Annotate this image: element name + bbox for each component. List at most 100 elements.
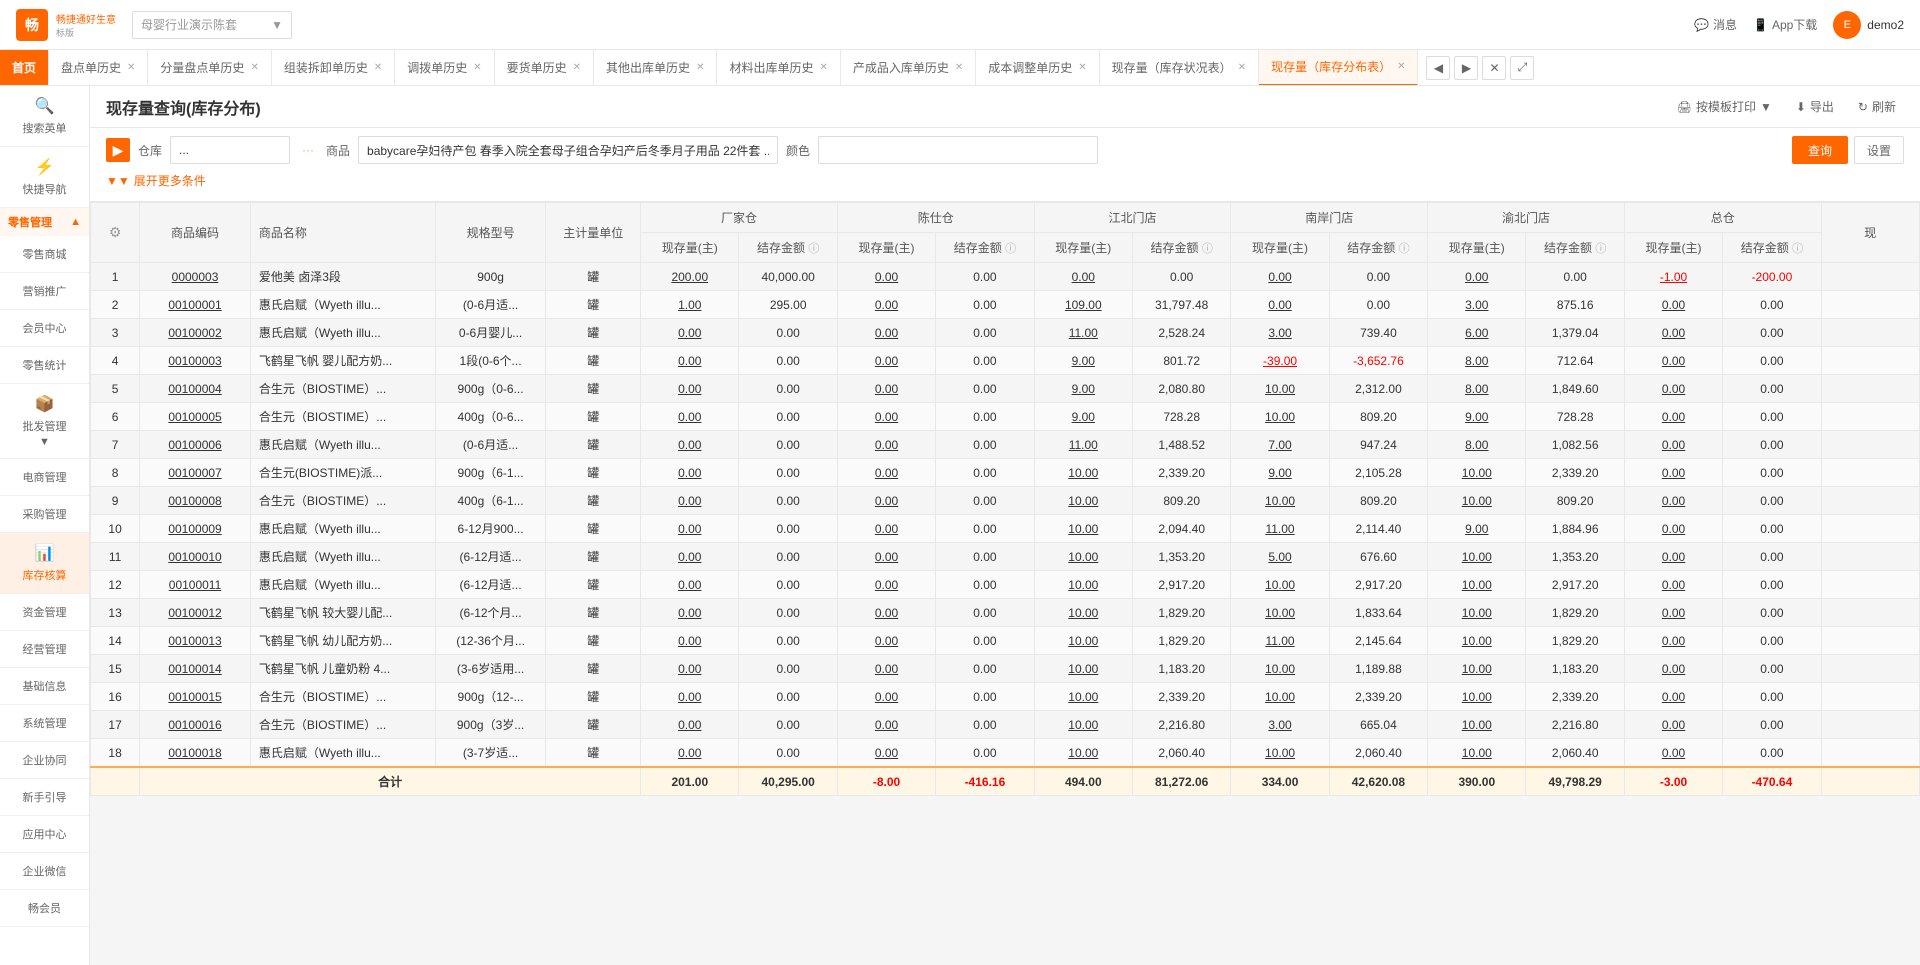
info-icon[interactable]: ⓘ <box>1792 243 1803 255</box>
cell-unit: 罐 <box>546 683 641 711</box>
cell-jb-stock: 11.00 <box>1034 319 1132 347</box>
info-icon[interactable]: ⓘ <box>1399 243 1410 255</box>
tab-purchase-order[interactable]: 要货单历史 ✕ <box>495 50 594 86</box>
tab-close-icon[interactable]: ✕ <box>573 62 581 73</box>
sidebar-item-finance[interactable]: 资金管理 <box>0 594 89 631</box>
tab-stock-status[interactable]: 现存量（库存状况表） ✕ <box>1100 50 1259 86</box>
cell-cs-stock: 0.00 <box>837 655 935 683</box>
cell-na-stock: 10.00 <box>1231 683 1329 711</box>
tab-other-out[interactable]: 其他出库单历史 ✕ <box>594 50 717 86</box>
info-icon[interactable]: ⓘ <box>1005 243 1016 255</box>
product-label: 商品 <box>326 142 350 159</box>
cell-current <box>1821 319 1919 347</box>
tab-prev-btn[interactable]: ◀ <box>1426 56 1450 80</box>
tab-close-icon[interactable]: ✕ <box>473 62 481 73</box>
tab-combo-disassembly[interactable]: 组装拆卸单历史 ✕ <box>272 50 395 86</box>
tab-branch-check[interactable]: 分量盘点单历史 ✕ <box>148 50 271 86</box>
tab-close-icon[interactable]: ✕ <box>250 62 258 73</box>
tab-close-icon[interactable]: ✕ <box>1397 61 1405 72</box>
sidebar-item-quick-nav[interactable]: ⚡ 快捷导航 <box>0 147 89 208</box>
tab-transfer[interactable]: 调拨单历史 ✕ <box>395 50 494 86</box>
cell-cs-amount: 0.00 <box>936 627 1034 655</box>
cell-yb-amount: 1,829.20 <box>1526 599 1624 627</box>
sidebar-item-retail-stats[interactable]: 零售统计 <box>0 347 89 384</box>
cell-fac-stock: 0.00 <box>641 375 739 403</box>
sidebar-item-corp-wechat[interactable]: 企业微信 <box>0 853 89 890</box>
cell-fac-stock: 0.00 <box>641 599 739 627</box>
info-icon[interactable]: ⓘ <box>1595 243 1606 255</box>
cell-jb-stock: 10.00 <box>1034 543 1132 571</box>
sidebar-item-basic-info[interactable]: 基础信息 <box>0 668 89 705</box>
cell-tot-stock: 0.00 <box>1624 543 1722 571</box>
industry-selector[interactable]: 母婴行业演示陈套 ▼ <box>132 11 292 39</box>
tab-next-btn[interactable]: ▶ <box>1454 56 1478 80</box>
messages-btn[interactable]: 💬 消息 <box>1694 16 1737 33</box>
sidebar-item-member[interactable]: 会员中心 <box>0 310 89 347</box>
sidebar-item-purchase[interactable]: 采购管理 <box>0 496 89 533</box>
cell-unit: 罐 <box>546 291 641 319</box>
sidebar-item-search[interactable]: 🔍 搜索英单 <box>0 86 89 147</box>
expand-more-btn[interactable]: ▼▼ 展开更多条件 <box>106 172 206 189</box>
sidebar-item-marketing[interactable]: 营销推广 <box>0 273 89 310</box>
export-btn[interactable]: ⬇ 导出 <box>1788 94 1842 119</box>
cell-unit: 罐 <box>546 459 641 487</box>
sidebar-item-app-center[interactable]: 应用中心 <box>0 816 89 853</box>
tab-close-all-btn[interactable]: ✕ <box>1482 56 1506 80</box>
sidebar-section-retail[interactable]: 零售管理 ▲ <box>0 208 89 236</box>
tab-close-icon[interactable]: ✕ <box>374 62 382 73</box>
sidebar-item-enterprise[interactable]: 企业协同 <box>0 742 89 779</box>
cell-cs-stock: 0.00 <box>837 683 935 711</box>
print-btn[interactable]: 🖨 按模板打印 ▼ <box>1669 94 1780 119</box>
tab-close-icon[interactable]: ✕ <box>1078 62 1086 73</box>
tab-material-out[interactable]: 材料出库单历史 ✕ <box>717 50 840 86</box>
tab-cost-adjust[interactable]: 成本调整单历史 ✕ <box>976 50 1099 86</box>
cell-cs-amount: 0.00 <box>936 515 1034 543</box>
table-row: 5 00100004 合生元（BIOSTIME）... 900g（0-6... … <box>91 375 1920 403</box>
user-area[interactable]: E demo2 <box>1833 11 1904 39</box>
cell-current <box>1821 739 1919 768</box>
color-input[interactable] <box>818 136 1098 164</box>
cell-fac-stock: 200.00 <box>641 263 739 291</box>
cell-na-amount: -3,652.76 <box>1329 347 1427 375</box>
tab-close-icon[interactable]: ✕ <box>696 62 704 73</box>
tab-expand-btn[interactable]: ⤢ <box>1510 56 1534 80</box>
settings-icon[interactable]: ⚙ <box>109 224 122 240</box>
tab-close-icon[interactable]: ✕ <box>955 62 963 73</box>
sidebar-item-system[interactable]: 系统管理 <box>0 705 89 742</box>
tab-close-icon[interactable]: ✕ <box>127 62 135 73</box>
tab-finished-in[interactable]: 产成品入库单历史 ✕ <box>841 50 976 86</box>
cell-index: 10 <box>91 515 140 543</box>
refresh-btn[interactable]: ↻ 刷新 <box>1850 94 1904 119</box>
sidebar-item-retail-store[interactable]: 零售商城 <box>0 236 89 273</box>
filter-toggle-btn[interactable]: ▶ <box>106 138 130 162</box>
filter-row-expand: ▼▼ 展开更多条件 <box>106 168 1904 189</box>
sidebar-item-inventory[interactable]: 📊 库存核算 <box>0 533 89 594</box>
tab-close-icon[interactable]: ✕ <box>1238 62 1246 73</box>
tab-stock-dist[interactable]: 现存量（库存分布表） ✕ <box>1259 50 1418 86</box>
tab-close-icon[interactable]: ✕ <box>819 62 827 73</box>
sidebar-item-vip-member[interactable]: 畅会员 <box>0 890 89 927</box>
cell-fac-amount: 0.00 <box>739 655 837 683</box>
cell-index: 5 <box>91 375 140 403</box>
query-btn[interactable]: 查询 <box>1792 136 1848 164</box>
sidebar-item-guide[interactable]: 新手引导 <box>0 779 89 816</box>
cell-yb-amount: 2,339.20 <box>1526 459 1624 487</box>
cell-index: 8 <box>91 459 140 487</box>
warehouse-input[interactable] <box>170 136 290 164</box>
sidebar-item-ecommerce[interactable]: 电商管理 <box>0 459 89 496</box>
cell-index: 11 <box>91 543 140 571</box>
tab-inventory-check[interactable]: 盘点单历史 ✕ <box>49 50 148 86</box>
tab-home[interactable]: 首页 <box>0 50 49 86</box>
info-icon[interactable]: ⓘ <box>808 243 819 255</box>
product-input[interactable] <box>358 136 778 164</box>
cell-code: 00100004 <box>140 375 251 403</box>
cell-spec: (6-12个月... <box>435 599 546 627</box>
sidebar-item-operations[interactable]: 经营管理 <box>0 631 89 668</box>
app-download-btn[interactable]: 📱 App下载 <box>1753 16 1817 33</box>
cell-name: 合生元（BIOSTIME）... <box>250 711 435 739</box>
sidebar-label-operations: 经营管理 <box>23 641 67 657</box>
info-icon[interactable]: ⓘ <box>1202 243 1213 255</box>
setting-btn[interactable]: 设置 <box>1854 136 1904 164</box>
cell-spec: (6-12月适... <box>435 543 546 571</box>
sidebar-item-wholesale[interactable]: 📦 批发管理 ▼ <box>0 384 89 459</box>
